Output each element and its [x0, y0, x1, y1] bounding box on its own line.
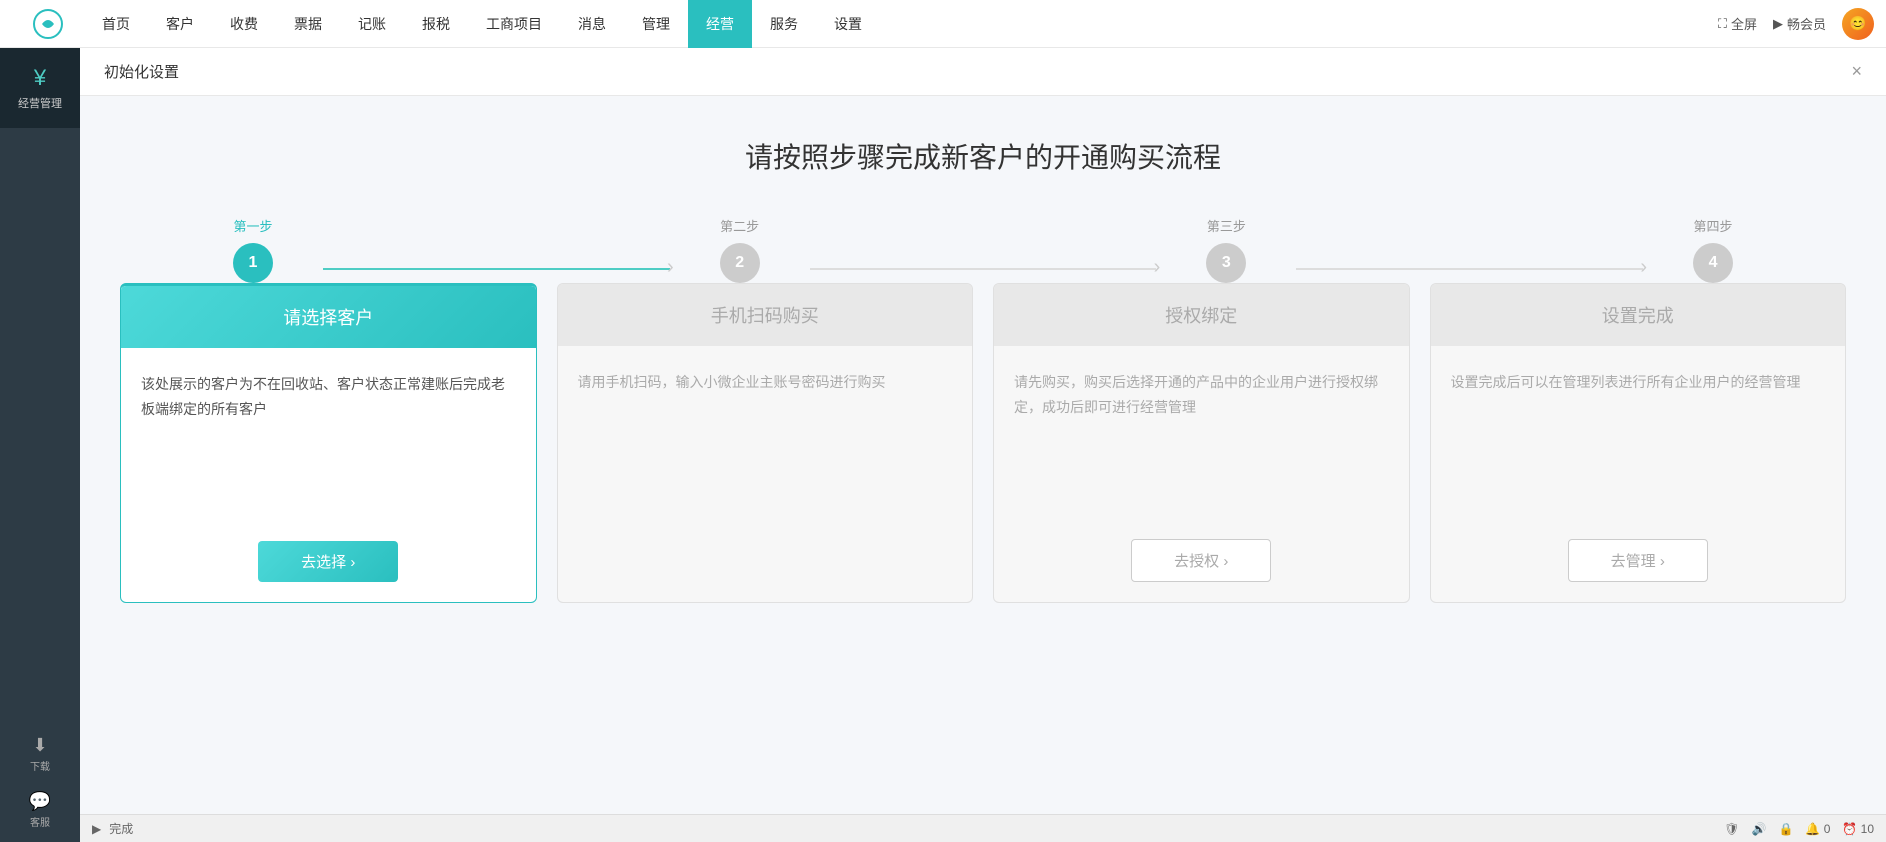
step-container: 请按照步骤完成新客户的开通购买流程 第一步 1 › 第二步 2 — [80, 96, 1886, 814]
step-circle-2: 2 — [720, 243, 760, 283]
card-2-header: 手机扫码购买 — [558, 284, 973, 346]
nav-message[interactable]: 消息 — [560, 0, 624, 48]
step-node-4: 第四步 4 — [1643, 216, 1783, 283]
nav-fee[interactable]: 收费 — [212, 0, 276, 48]
sidebar-download[interactable]: ⬇ 下载 — [0, 730, 80, 778]
nav-invoice[interactable]: 票据 — [276, 0, 340, 48]
membership-button[interactable]: ▶ 畅会员 — [1773, 14, 1826, 33]
nav-operation[interactable]: 经营 — [688, 0, 752, 48]
connector-2: › — [810, 268, 1157, 270]
app-logo — [12, 8, 84, 40]
nav-home[interactable]: 首页 — [84, 0, 148, 48]
step-1-label: 第一步 — [233, 216, 272, 235]
go-authorize-button[interactable]: 去授权 › — [1131, 539, 1271, 582]
connector-1: › — [323, 268, 670, 270]
card-2-title: 手机扫码购买 — [711, 306, 819, 326]
card-2-body: 请用手机扫码，输入小微企业主账号密码进行购买 — [558, 346, 973, 566]
step-heading: 请按照步骤完成新客户的开通购买流程 — [120, 136, 1846, 176]
step-card-1: 请选择客户 该处展示的客户为不在回收站、客户状态正常建账后完成老板端绑定的所有客… — [120, 283, 537, 603]
fullscreen-button[interactable]: ⛶ 全屏 — [1718, 14, 1757, 33]
top-navigation: 首页 客户 收费 票据 记账 报税 工商项目 消息 管理 经营 服务 设置 ⛶ … — [0, 0, 1886, 48]
notification-badge: 🔔 0 — [1805, 822, 1830, 836]
card-4-text: 设置完成后可以在管理列表进行所有企业用户的经营管理 — [1451, 374, 1801, 390]
step-3-label: 第三步 — [1207, 216, 1246, 235]
sidebar-item-operation[interactable]: ¥ 经营管理 — [0, 48, 80, 128]
operation-label: 经营管理 — [18, 95, 62, 111]
card-4-title: 设置完成 — [1602, 306, 1674, 326]
card-3-body: 请先购买，购买后选择开通的产品中的企业用户进行授权绑定，成功后即可进行经营管理 — [994, 346, 1409, 523]
sidebar-bottom: ⬇ 下载 💬 客服 — [0, 730, 80, 842]
connector-3: › — [1296, 268, 1643, 270]
fullscreen-icon: ⛶ — [1718, 16, 1727, 32]
step-node-3: 第三步 3 — [1156, 216, 1296, 283]
go-select-button[interactable]: 去选择 › — [258, 541, 398, 582]
play-icon: ▶ — [1773, 16, 1783, 32]
nav-manage[interactable]: 管理 — [624, 0, 688, 48]
membership-label: 畅会员 — [1787, 14, 1826, 33]
user-avatar[interactable]: 😊 — [1842, 8, 1874, 40]
steps-track: 第一步 1 › 第二步 2 › 第三步 — [183, 216, 1783, 283]
card-1-header: 请选择客户 — [121, 286, 536, 348]
step-circle-1: 1 — [233, 243, 273, 283]
card-3-text: 请先购买，购买后选择开通的产品中的企业用户进行授权绑定，成功后即可进行经营管理 — [1014, 374, 1378, 415]
page-title: 初始化设置 — [104, 61, 179, 82]
status-bar-right: 🛡 🔊 🔒 🔔 0 ⏰ 10 — [1724, 822, 1874, 836]
support-label: 客服 — [30, 814, 50, 829]
shield-icon: 🛡 — [1724, 822, 1739, 836]
step-2-label: 第二步 — [720, 216, 759, 235]
nav-menu: 首页 客户 收费 票据 记账 报税 工商项目 消息 管理 经营 服务 设置 — [84, 0, 1718, 48]
fullscreen-label: 全屏 — [1731, 14, 1757, 33]
step-node-2: 第二步 2 — [670, 216, 810, 283]
step-circle-3: 3 — [1206, 243, 1246, 283]
clock-icon: ⏰ 10 — [1842, 822, 1874, 836]
step-circle-4: 4 — [1693, 243, 1733, 283]
step-card-4: 设置完成 设置完成后可以在管理列表进行所有企业用户的经营管理 去管理 › — [1430, 283, 1847, 603]
nav-customer[interactable]: 客户 — [148, 0, 212, 48]
card-3-footer: 去授权 › — [994, 523, 1409, 602]
support-icon: 💬 — [29, 791, 51, 812]
go-manage-button[interactable]: 去管理 › — [1568, 539, 1708, 582]
nav-accounting[interactable]: 记账 — [340, 0, 404, 48]
download-label: 下载 — [30, 758, 50, 773]
step-card-3: 授权绑定 请先购买，购买后选择开通的产品中的企业用户进行授权绑定，成功后即可进行… — [993, 283, 1410, 603]
sidebar-support[interactable]: 💬 客服 — [0, 786, 80, 834]
card-3-title: 授权绑定 — [1165, 306, 1237, 326]
lock-icon: 🔒 — [1778, 822, 1793, 836]
nav-service[interactable]: 服务 — [752, 0, 816, 48]
avatar-icon: 😊 — [1849, 15, 1866, 32]
step-node-1: 第一步 1 — [183, 216, 323, 283]
play-status-icon: ▶ — [92, 822, 101, 836]
card-3-header: 授权绑定 — [994, 284, 1409, 346]
nav-right-actions: ⛶ 全屏 ▶ 畅会员 😊 — [1718, 8, 1874, 40]
card-4-footer: 去管理 › — [1431, 523, 1846, 602]
card-1-body: 该处展示的客户为不在回收站、客户状态正常建账后完成老板端绑定的所有客户 — [121, 348, 536, 525]
sidebar: ¥ 经营管理 ⬇ 下载 💬 客服 — [0, 48, 80, 842]
content-area: 初始化设置 × 请按照步骤完成新客户的开通购买流程 第一步 1 › 第二步 — [80, 48, 1886, 842]
nav-settings[interactable]: 设置 — [816, 0, 880, 48]
main-layout: ¥ 经营管理 ⬇ 下载 💬 客服 初始化设置 × 请按照步骤完成新客户的开通购买… — [0, 48, 1886, 842]
close-button[interactable]: × — [1851, 61, 1862, 82]
download-icon: ⬇ — [32, 735, 47, 756]
status-bar: ▶ 完成 🛡 🔊 🔒 🔔 0 ⏰ 10 — [80, 814, 1886, 842]
card-1-text: 该处展示的客户为不在回收站、客户状态正常建账后完成老板端绑定的所有客户 — [141, 376, 505, 417]
volume-icon: 🔊 — [1752, 822, 1767, 836]
card-1-footer: 去选择 › — [121, 525, 536, 602]
status-bar-left: ▶ 完成 — [92, 820, 133, 837]
step-card-2: 手机扫码购买 请用手机扫码，输入小微企业主账号密码进行购买 — [557, 283, 974, 603]
page-header: 初始化设置 × — [80, 48, 1886, 96]
card-1-title: 请选择客户 — [283, 308, 373, 328]
operation-icon: ¥ — [34, 65, 46, 91]
nav-business[interactable]: 工商项目 — [468, 0, 560, 48]
card-2-text: 请用手机扫码，输入小微企业主账号密码进行购买 — [578, 374, 886, 390]
card-2-footer — [558, 566, 973, 602]
card-4-body: 设置完成后可以在管理列表进行所有企业用户的经营管理 — [1431, 346, 1846, 523]
status-text: 完成 — [109, 820, 133, 837]
step-4-label: 第四步 — [1694, 216, 1733, 235]
nav-tax[interactable]: 报税 — [404, 0, 468, 48]
step-cards: 请选择客户 该处展示的客户为不在回收站、客户状态正常建账后完成老板端绑定的所有客… — [120, 283, 1846, 603]
card-4-header: 设置完成 — [1431, 284, 1846, 346]
